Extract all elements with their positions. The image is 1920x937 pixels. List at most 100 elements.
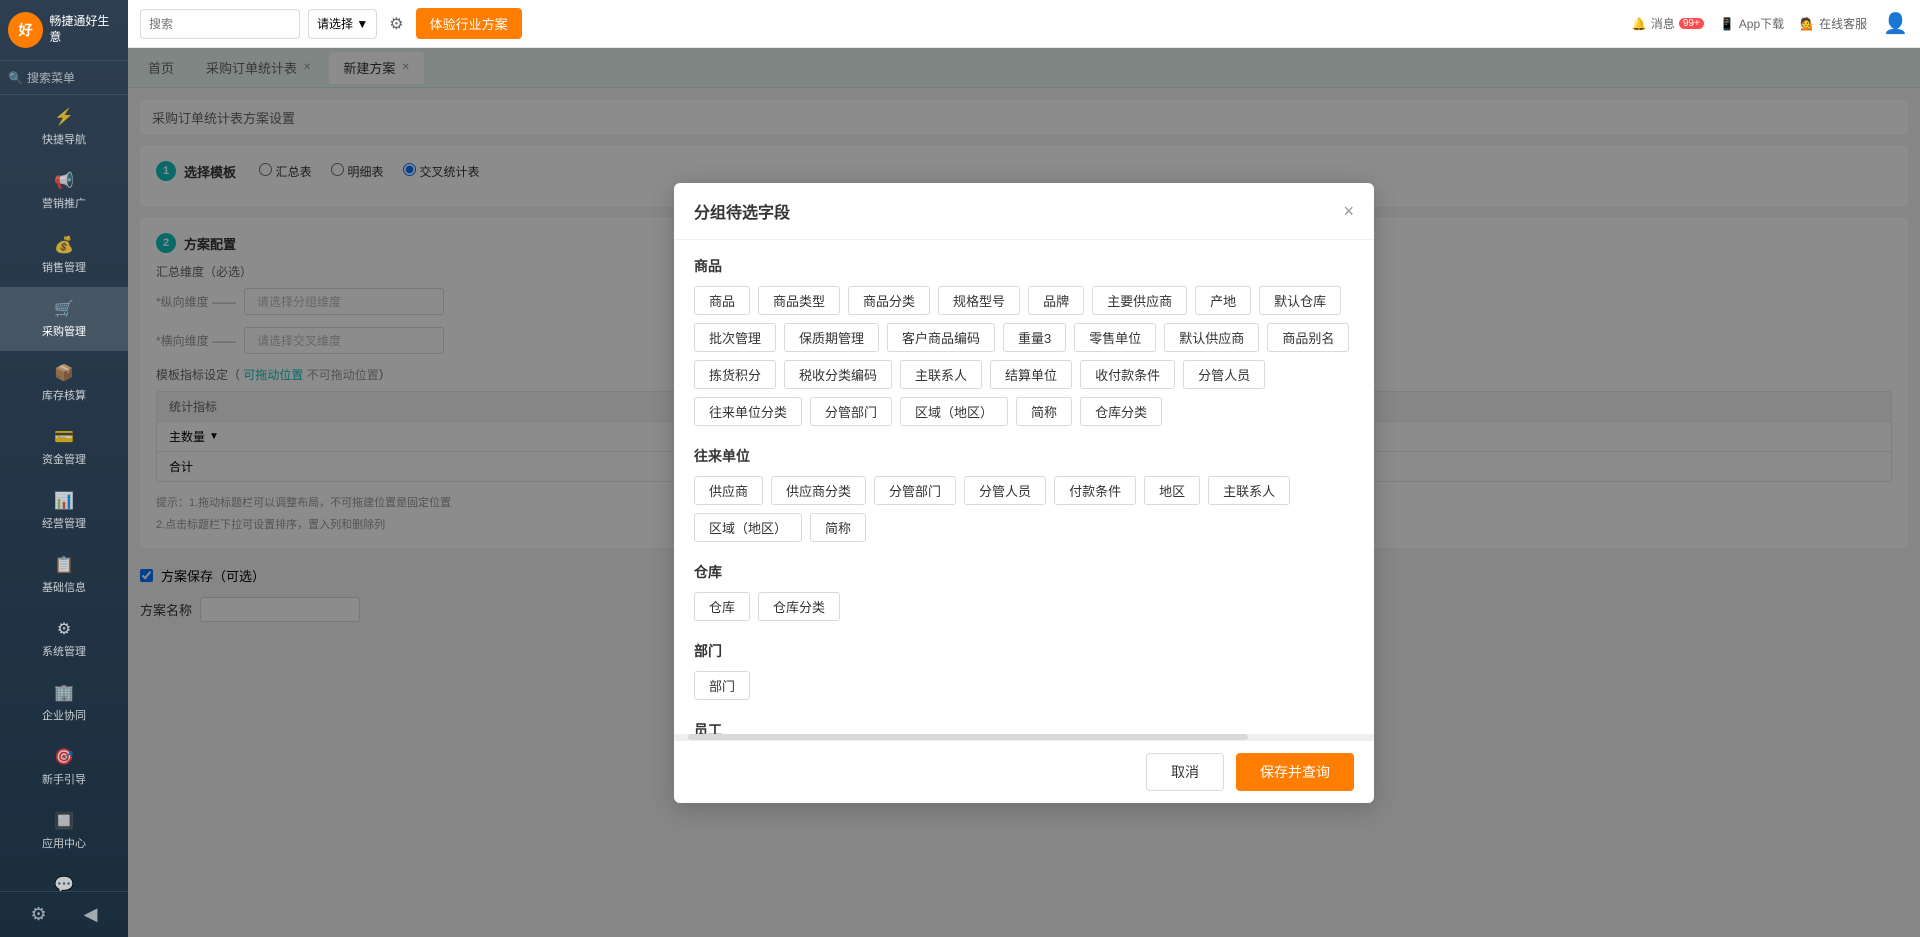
base-icon: 📋 bbox=[54, 555, 74, 575]
marketing-icon: 📢 bbox=[54, 171, 74, 191]
sidebar-item-label: 资金管理 bbox=[42, 451, 86, 467]
field-tag-warehouse[interactable]: 仓库 bbox=[694, 592, 750, 621]
modal-overlay: 分组待选字段 × 商品 商品 商品类型 商品分类 规格型号 品牌 主要供应商 产… bbox=[128, 48, 1920, 937]
product-section: 商品 商品 商品类型 商品分类 规格型号 品牌 主要供应商 产地 默认仓库 批次… bbox=[694, 256, 1354, 426]
cancel-button[interactable]: 取消 bbox=[1146, 753, 1224, 791]
field-tag-staff-mgmt[interactable]: 分管人员 bbox=[964, 476, 1046, 505]
sidebar-item-apps[interactable]: 🔲 应用中心 bbox=[0, 799, 128, 863]
sidebar-item-label: 基础信息 bbox=[42, 579, 86, 595]
sidebar: 好 畅捷通好生意 🔍 搜索菜单 ⚡ 快捷导航 📢 营销推广 💰 销售管理 🛒 采… bbox=[0, 0, 128, 937]
field-tag-brand[interactable]: 品牌 bbox=[1028, 286, 1084, 315]
field-tag-pay-terms[interactable]: 付款条件 bbox=[1054, 476, 1136, 505]
sidebar-collapse-btn[interactable]: ◀ bbox=[84, 904, 98, 925]
notification-label: 消息 bbox=[1651, 15, 1675, 32]
sidebar-item-sales[interactable]: 💰 销售管理 bbox=[0, 223, 128, 287]
field-tag-product-type[interactable]: 商品类型 bbox=[758, 286, 840, 315]
field-tag-default-supplier[interactable]: 默认供应商 bbox=[1164, 323, 1259, 352]
field-tag-default-warehouse[interactable]: 默认仓库 bbox=[1259, 286, 1341, 315]
field-tag-tax-code[interactable]: 税收分类编码 bbox=[784, 360, 892, 389]
warehouse-field-tags: 仓库 仓库分类 bbox=[694, 592, 1354, 621]
field-tag-customer-code[interactable]: 客户商品编码 bbox=[887, 323, 995, 352]
field-tag-weight3[interactable]: 重量3 bbox=[1003, 323, 1066, 352]
quick-nav-icon: ⚡ bbox=[54, 107, 74, 127]
field-tag-dept[interactable]: 部门 bbox=[694, 671, 750, 700]
field-tag-manager[interactable]: 分管人员 bbox=[1183, 360, 1265, 389]
field-tag-main-supplier[interactable]: 主要供应商 bbox=[1092, 286, 1187, 315]
field-tag-spec-model[interactable]: 规格型号 bbox=[938, 286, 1020, 315]
topbar-search-input[interactable] bbox=[140, 9, 300, 39]
field-tag-product-alias[interactable]: 商品别名 bbox=[1267, 323, 1349, 352]
topbar-experience-btn[interactable]: 体验行业方案 bbox=[416, 8, 522, 39]
field-tag-payment-terms[interactable]: 收付款条件 bbox=[1080, 360, 1175, 389]
search-icon: 🔍 bbox=[8, 71, 23, 85]
field-tag-managing-dept[interactable]: 分管部门 bbox=[810, 397, 892, 426]
topbar-notification[interactable]: 🔔 消息 99+ bbox=[1632, 15, 1704, 32]
save-query-button[interactable]: 保存并查询 bbox=[1236, 753, 1354, 791]
field-tag-region-product[interactable]: 区域（地区） bbox=[900, 397, 1008, 426]
sidebar-search[interactable]: 🔍 搜索菜单 bbox=[0, 61, 128, 95]
sidebar-item-quick-nav[interactable]: ⚡ 快捷导航 bbox=[0, 95, 128, 159]
sidebar-item-label: 采购管理 bbox=[42, 323, 86, 339]
sidebar-item-base[interactable]: 📋 基础信息 bbox=[0, 543, 128, 607]
sidebar-item-label: 应用中心 bbox=[42, 835, 86, 851]
field-tag-short-name-product[interactable]: 简称 bbox=[1016, 397, 1072, 426]
field-tag-main-contact2[interactable]: 主联系人 bbox=[1208, 476, 1290, 505]
sidebar-item-corp[interactable]: 🏢 企业协同 bbox=[0, 671, 128, 735]
sidebar-settings-btn[interactable]: ⚙ bbox=[31, 904, 47, 925]
field-tag-warehouse-category[interactable]: 仓库分类 bbox=[1080, 397, 1162, 426]
sidebar-item-finance[interactable]: 💳 资金管理 bbox=[0, 415, 128, 479]
topbar-right: 🔔 消息 99+ 📱 App下载 💁 在线客服 👤 bbox=[1632, 11, 1908, 36]
topbar-gear-icon[interactable]: ⚙ bbox=[385, 10, 407, 38]
sidebar-item-label: 经营管理 bbox=[42, 515, 86, 531]
field-tag-origin[interactable]: 产地 bbox=[1195, 286, 1251, 315]
field-tag-supplier[interactable]: 供应商 bbox=[694, 476, 763, 505]
warehouse-section: 仓库 仓库 仓库分类 bbox=[694, 562, 1354, 621]
field-tag-settlement-unit[interactable]: 结算单位 bbox=[990, 360, 1072, 389]
logo-icon: 好 bbox=[8, 12, 43, 48]
product-field-tags: 商品 商品类型 商品分类 规格型号 品牌 主要供应商 产地 默认仓库 批次管理 … bbox=[694, 286, 1354, 426]
staff-section-title: 员工 bbox=[694, 720, 1354, 735]
operation-icon: 📊 bbox=[54, 491, 74, 511]
sidebar-item-marketing[interactable]: 📢 营销推广 bbox=[0, 159, 128, 223]
counterpart-section: 往来单位 供应商 供应商分类 分管部门 分管人员 付款条件 地区 主联系人 区域… bbox=[694, 446, 1354, 542]
topbar-online-service[interactable]: 💁 在线客服 bbox=[1800, 15, 1867, 32]
sidebar-item-label: 营销推广 bbox=[42, 195, 86, 211]
modal-close-btn[interactable]: × bbox=[1343, 202, 1354, 220]
sidebar-item-wechat[interactable]: 💬 企业微信 bbox=[0, 863, 128, 891]
staff-section: 员工 业务员 bbox=[694, 720, 1354, 735]
product-section-title: 商品 bbox=[694, 256, 1354, 276]
topbar-avatar[interactable]: 👤 bbox=[1883, 11, 1908, 36]
finance-icon: 💳 bbox=[54, 427, 74, 447]
sidebar-item-operation[interactable]: 📊 经营管理 bbox=[0, 479, 128, 543]
sidebar-item-inventory[interactable]: 📦 库存核算 bbox=[0, 351, 128, 415]
field-tag-dept-mgmt[interactable]: 分管部门 bbox=[874, 476, 956, 505]
topbar-select-btn[interactable]: 请选择 ▼ bbox=[308, 9, 377, 39]
field-tag-supplier-category[interactable]: 供应商分类 bbox=[771, 476, 866, 505]
warehouse-section-title: 仓库 bbox=[694, 562, 1354, 582]
modal-body[interactable]: 商品 商品 商品类型 商品分类 规格型号 品牌 主要供应商 产地 默认仓库 批次… bbox=[674, 240, 1374, 735]
modal-hscroll[interactable] bbox=[674, 734, 1374, 740]
online-service-label: 在线客服 bbox=[1819, 15, 1867, 32]
field-tag-product-category[interactable]: 商品分类 bbox=[848, 286, 930, 315]
field-tag-pick-score[interactable]: 拣货积分 bbox=[694, 360, 776, 389]
field-tag-short-name-counter[interactable]: 简称 bbox=[810, 513, 866, 542]
sidebar-item-newbie[interactable]: 🎯 新手引导 bbox=[0, 735, 128, 799]
field-tag-region-counter[interactable]: 区域（地区） bbox=[694, 513, 802, 542]
field-tag-warehouse-cat[interactable]: 仓库分类 bbox=[758, 592, 840, 621]
field-tag-product[interactable]: 商品 bbox=[694, 286, 750, 315]
sidebar-item-label: 系统管理 bbox=[42, 643, 86, 659]
field-tag-batch-mgmt[interactable]: 批次管理 bbox=[694, 323, 776, 352]
department-section-title: 部门 bbox=[694, 641, 1354, 661]
sidebar-bottom: ⚙ ◀ bbox=[0, 891, 128, 937]
topbar-app-download[interactable]: 📱 App下载 bbox=[1720, 15, 1784, 32]
field-tag-retail-unit[interactable]: 零售单位 bbox=[1074, 323, 1156, 352]
sidebar-item-system[interactable]: ⚙ 系统管理 bbox=[0, 607, 128, 671]
field-tag-main-contact[interactable]: 主联系人 bbox=[900, 360, 982, 389]
app-download-label: App下载 bbox=[1739, 15, 1784, 32]
field-tag-shelf-life[interactable]: 保质期管理 bbox=[784, 323, 879, 352]
sidebar-item-purchase[interactable]: 🛒 采购管理 bbox=[0, 287, 128, 351]
field-tag-counterpart-category[interactable]: 往来单位分类 bbox=[694, 397, 802, 426]
field-tag-area[interactable]: 地区 bbox=[1144, 476, 1200, 505]
corp-icon: 🏢 bbox=[54, 683, 74, 703]
avatar-icon: 👤 bbox=[1883, 11, 1908, 36]
